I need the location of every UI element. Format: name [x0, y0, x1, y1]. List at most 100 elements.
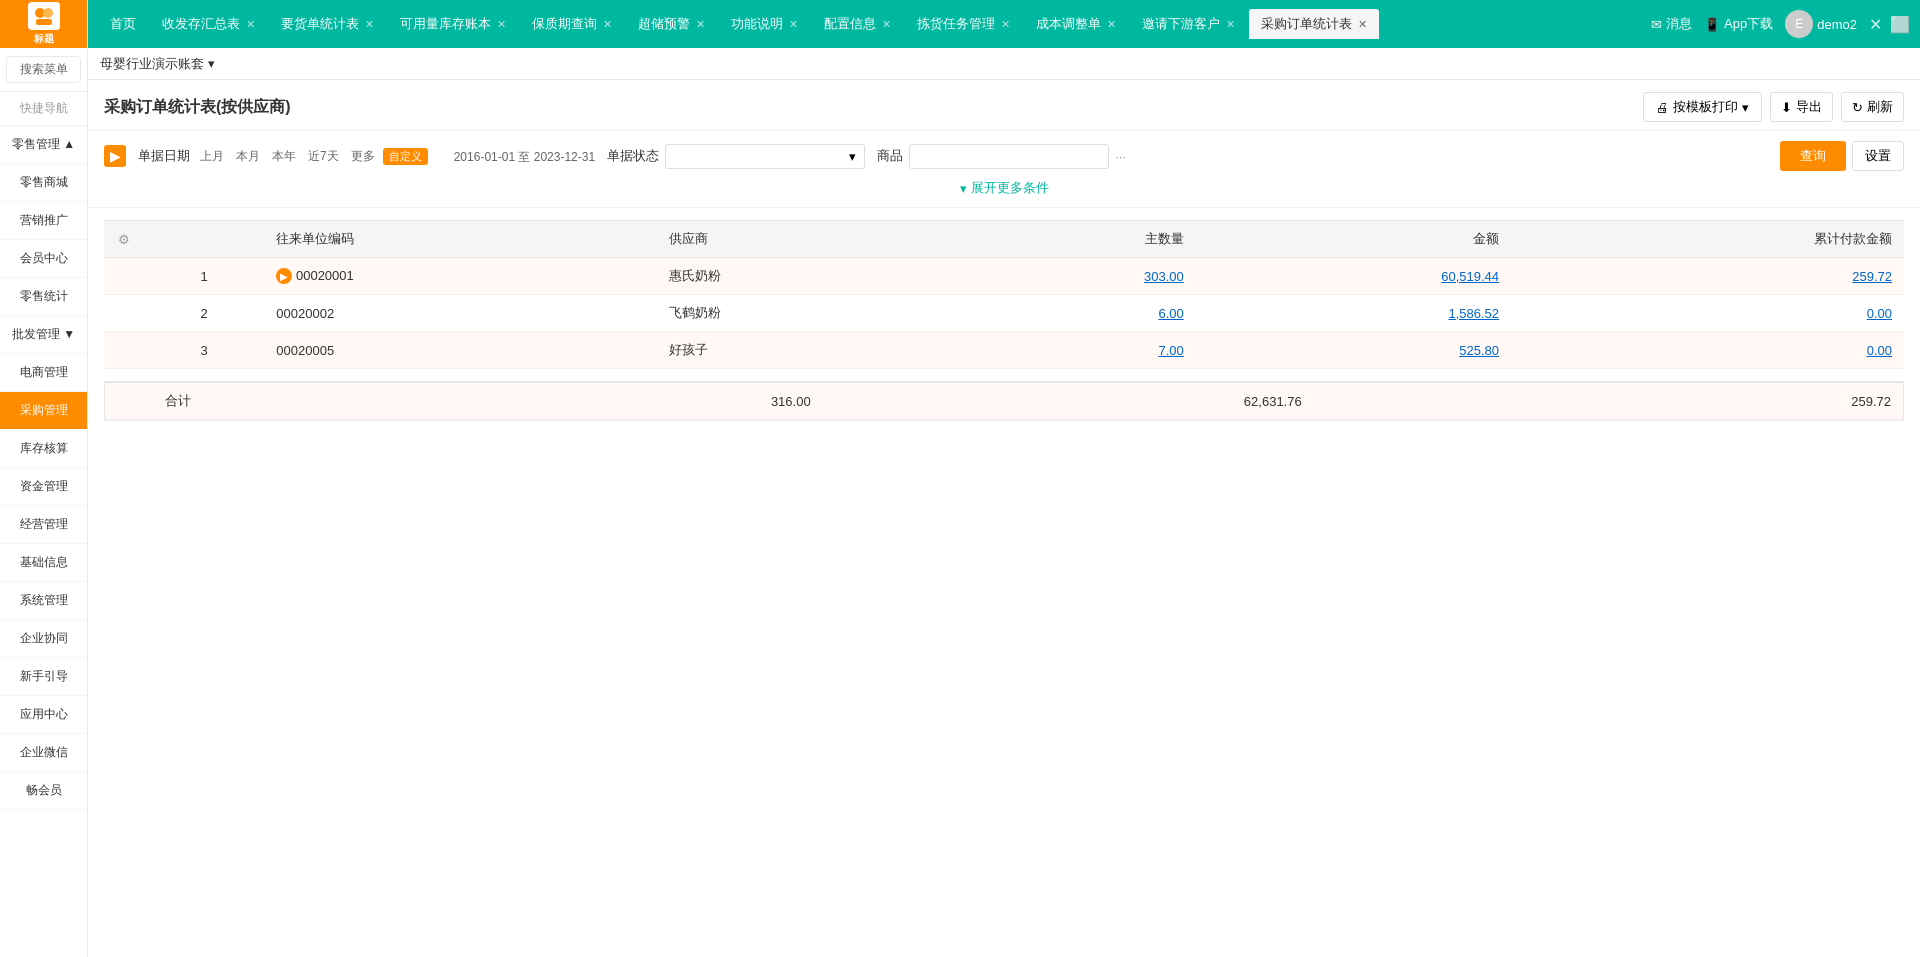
- refresh-button[interactable]: ↻ 刷新: [1841, 92, 1904, 122]
- row1-qty-link[interactable]: 303.00: [1144, 269, 1184, 284]
- query-button[interactable]: 查询: [1780, 141, 1846, 171]
- row1-index: 1: [144, 258, 264, 295]
- sidebar-item-basic-info[interactable]: 基础信息: [0, 544, 87, 582]
- shortcut-this-month[interactable]: 本月: [232, 146, 264, 167]
- goods-more-icon[interactable]: ···: [1115, 149, 1126, 164]
- app-logo: 标题: [0, 0, 87, 48]
- sidebar-item-app-center[interactable]: 应用中心: [0, 696, 87, 734]
- app-download-button[interactable]: 📱 App下载: [1704, 15, 1773, 33]
- total-qty-cell: 316.00: [430, 383, 823, 420]
- export-button[interactable]: ⬇ 导出: [1770, 92, 1833, 122]
- nav-tab-purchase-order-summary[interactable]: 采购订单统计表 ✕: [1249, 9, 1379, 39]
- window-controls: ✕ ⬜: [1869, 15, 1910, 34]
- expand-more-button[interactable]: ▾ 展开更多条件: [960, 179, 1049, 197]
- sidebar-item-retail-management[interactable]: 零售管理 ▲: [0, 126, 87, 164]
- custom-date-tag[interactable]: 自定义: [383, 148, 428, 165]
- sidebar-item-wholesale-management[interactable]: 批发管理 ▼: [0, 316, 87, 354]
- svg-point-1: [43, 8, 53, 18]
- sidebar-item-vip-member[interactable]: 畅会员: [0, 772, 87, 810]
- row3-paid-link[interactable]: 0.00: [1867, 343, 1892, 358]
- row2-amount-link[interactable]: 1,586.52: [1448, 306, 1499, 321]
- total-row-container: 合计 316.00 62,631.76 259.72: [104, 381, 1904, 421]
- close-tab-cost-adjust[interactable]: ✕: [1107, 18, 1116, 31]
- filter-action-area: 查询 设置: [1780, 141, 1904, 171]
- close-tab-function-desc[interactable]: ✕: [789, 18, 798, 31]
- row1-paid-link[interactable]: 259.72: [1852, 269, 1892, 284]
- nav-tab-inventory-book[interactable]: 可用量库存账本 ✕: [388, 9, 518, 39]
- print-button[interactable]: 🖨 按模板打印 ▾: [1643, 92, 1762, 122]
- page-header: 采购订单统计表(按供应商) 🖨 按模板打印 ▾ ⬇ 导出 ↻ 刷新: [88, 80, 1920, 131]
- sidebar-item-ecommerce[interactable]: 电商管理: [0, 354, 87, 392]
- table-container: ⚙ 往来单位编码 供应商 主数量 金额: [88, 208, 1920, 381]
- sidebar-item-retail-mall[interactable]: 零售商城: [0, 164, 87, 202]
- window-close-button[interactable]: ✕: [1869, 15, 1882, 34]
- column-main-qty: 主数量: [950, 221, 1196, 258]
- nav-tab-cost-adjust[interactable]: 成本调整单 ✕: [1024, 9, 1128, 39]
- window-maximize-button[interactable]: ⬜: [1890, 15, 1910, 34]
- nav-tab-config-info[interactable]: 配置信息 ✕: [812, 9, 903, 39]
- row3-settings: [104, 332, 144, 369]
- close-tab-receive-summary[interactable]: ✕: [246, 18, 255, 31]
- nav-tab-receive-summary[interactable]: 收发存汇总表 ✕: [150, 9, 267, 39]
- close-tab-picking-tasks[interactable]: ✕: [1001, 18, 1010, 31]
- close-tab-purchase-order-summary[interactable]: ✕: [1358, 18, 1367, 31]
- row2-qty-link[interactable]: 6.00: [1158, 306, 1183, 321]
- row1-supplier-name: 惠氏奶粉: [657, 258, 950, 295]
- nav-tab-picking-tasks[interactable]: 拣货任务管理 ✕: [905, 9, 1022, 39]
- sidebar-search-section: 搜索菜单: [0, 48, 87, 92]
- nav-tab-function-desc[interactable]: 功能说明 ✕: [719, 9, 810, 39]
- sidebar-item-operations[interactable]: 经营管理: [0, 506, 87, 544]
- nav-tab-overstock-warning[interactable]: 超储预警 ✕: [626, 9, 717, 39]
- sidebar-search-button[interactable]: 搜索菜单: [6, 56, 81, 83]
- total-table: 合计 316.00 62,631.76 259.72: [105, 382, 1903, 420]
- sidebar-item-purchase-management[interactable]: 采购管理: [0, 392, 87, 430]
- app-logo-text: 标题: [34, 32, 54, 46]
- close-tab-warranty-query[interactable]: ✕: [603, 18, 612, 31]
- close-tab-purchase-summary[interactable]: ✕: [365, 18, 374, 31]
- sidebar-item-marketing[interactable]: 营销推广: [0, 202, 87, 240]
- export-icon: ⬇: [1781, 100, 1792, 115]
- nav-tab-home[interactable]: 首页: [98, 9, 148, 39]
- sidebar-item-finance[interactable]: 资金管理: [0, 468, 87, 506]
- goods-search-input[interactable]: [909, 144, 1109, 169]
- shortcut-this-year[interactable]: 本年: [268, 146, 300, 167]
- close-tab-config-info[interactable]: ✕: [882, 18, 891, 31]
- nav-tab-purchase-summary[interactable]: 要货单统计表 ✕: [269, 9, 386, 39]
- row3-supplier-code: 00020005: [264, 332, 657, 369]
- nav-tab-warranty-query[interactable]: 保质期查询 ✕: [520, 9, 624, 39]
- workspace-selector[interactable]: 母婴行业演示账套 ▾: [100, 55, 215, 73]
- row1-amount-link[interactable]: 60,519.44: [1441, 269, 1499, 284]
- expand-more-row: ▾ 展开更多条件: [104, 179, 1904, 197]
- column-index: [144, 221, 264, 258]
- user-profile[interactable]: E demo2: [1785, 10, 1857, 38]
- shortcut-7-days[interactable]: 近7天: [304, 146, 343, 167]
- shortcut-more[interactable]: 更多: [347, 146, 379, 167]
- row3-amount-link[interactable]: 525.80: [1459, 343, 1499, 358]
- sidebar-item-enterprise-wechat[interactable]: 企业微信: [0, 734, 87, 772]
- row2-paid-link[interactable]: 0.00: [1867, 306, 1892, 321]
- expand-row-icon[interactable]: ▶: [276, 268, 292, 284]
- message-button[interactable]: ✉ 消息: [1651, 15, 1692, 33]
- total-amount-cell: 62,631.76: [823, 383, 1314, 420]
- sidebar-item-inventory[interactable]: 库存核算: [0, 430, 87, 468]
- status-select[interactable]: ▾: [665, 144, 865, 169]
- quick-nav-button[interactable]: 快捷导航: [0, 92, 87, 126]
- column-paid-amount: 累计付款金额: [1511, 221, 1904, 258]
- row3-qty-link[interactable]: 7.00: [1158, 343, 1183, 358]
- goods-filter-group: 商品 ···: [877, 144, 1126, 169]
- sidebar-item-new-guide[interactable]: 新手引导: [0, 658, 87, 696]
- sidebar-item-enterprise-collab[interactable]: 企业协同: [0, 620, 87, 658]
- sidebar-item-retail-stats[interactable]: 零售统计: [0, 278, 87, 316]
- sidebar-item-system[interactable]: 系统管理: [0, 582, 87, 620]
- close-tab-invite-downstream[interactable]: ✕: [1226, 18, 1235, 31]
- settings-button[interactable]: 设置: [1852, 141, 1904, 171]
- close-tab-inventory-book[interactable]: ✕: [497, 18, 506, 31]
- table-settings-icon[interactable]: ⚙: [118, 232, 130, 247]
- nav-tab-invite-downstream[interactable]: 邀请下游客户 ✕: [1130, 9, 1247, 39]
- shortcut-last-month[interactable]: 上月: [196, 146, 228, 167]
- filter-toggle-button[interactable]: ▶: [104, 145, 126, 167]
- sidebar-item-member-center[interactable]: 会员中心: [0, 240, 87, 278]
- avatar: E: [1785, 10, 1813, 38]
- row2-supplier-name: 飞鹤奶粉: [657, 295, 950, 332]
- close-tab-overstock-warning[interactable]: ✕: [696, 18, 705, 31]
